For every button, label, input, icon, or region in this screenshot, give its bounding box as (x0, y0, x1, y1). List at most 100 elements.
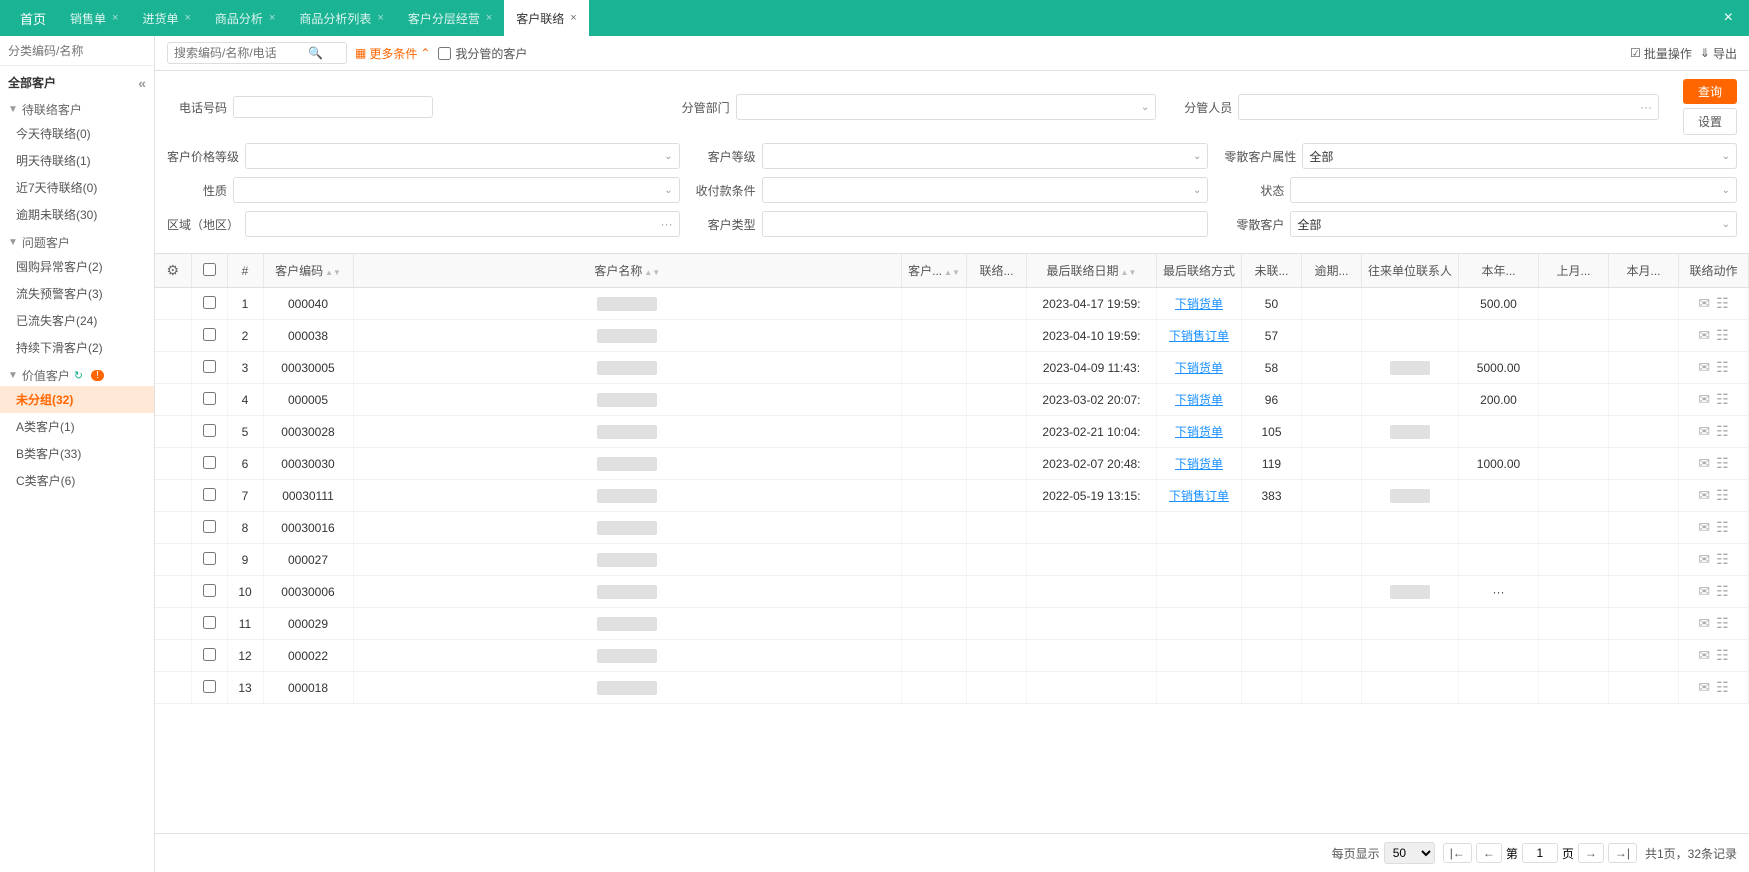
contact-action-icon[interactable]: ✉ (1698, 583, 1710, 600)
more-action-icon[interactable]: ☷ (1716, 295, 1729, 312)
staff-more-dots[interactable]: ··· (1640, 100, 1652, 114)
export-link[interactable]: ⇓ 导出 (1700, 45, 1737, 62)
row-checkbox[interactable] (203, 424, 216, 437)
sidebar-search-input[interactable] (8, 44, 155, 58)
last-way-link[interactable]: 下销售订单 (1169, 329, 1229, 343)
check-cell[interactable] (191, 288, 227, 320)
sidebar-collapse-icon[interactable]: « (138, 75, 146, 91)
filter-more-conditions[interactable]: ▦ 更多条件 ⌃ (355, 45, 430, 62)
last-way-link[interactable]: 下销货单 (1175, 297, 1223, 311)
sidebar-item-churned[interactable]: 已流失客户(24) (0, 307, 154, 334)
row-checkbox[interactable] (203, 680, 216, 693)
nav-tab-sales[interactable]: 销售单 × (58, 0, 130, 36)
contact-action-icon[interactable]: ✉ (1698, 391, 1710, 408)
filter-search-icon[interactable]: 🔍 (308, 46, 323, 60)
region-more-dots[interactable]: ··· (661, 217, 673, 231)
dept-select[interactable]: ⌄ (736, 94, 1157, 120)
check-cell[interactable] (191, 448, 227, 480)
last-way-link[interactable]: 下销货单 (1175, 393, 1223, 407)
col-contact-header[interactable]: 联络... (966, 254, 1026, 288)
contact-action-icon[interactable]: ✉ (1698, 679, 1710, 696)
settings-gear-icon[interactable]: ⚙ (166, 262, 179, 278)
sidebar-item-b-class[interactable]: B类客户(33) (0, 440, 154, 467)
col-uncontact-header[interactable]: 未联... (1241, 254, 1301, 288)
more-action-icon[interactable]: ☷ (1716, 583, 1729, 600)
my-customers-check[interactable] (438, 47, 451, 60)
check-cell[interactable] (191, 416, 227, 448)
check-cell[interactable] (191, 384, 227, 416)
batch-op-link[interactable]: ☑ 批量操作 (1630, 45, 1692, 62)
col-code-header[interactable]: 客户编码▲▼ (263, 254, 353, 288)
close-purchase-tab[interactable]: × (184, 12, 190, 24)
property-select[interactable]: ⌄ (233, 177, 680, 203)
search-button[interactable]: 查询 (1683, 79, 1737, 104)
sidebar-item-tomorrow-pending[interactable]: 明天待联络(1) (0, 147, 154, 174)
col-name-header[interactable]: 客户名称▲▼ (353, 254, 902, 288)
row-checkbox[interactable] (203, 616, 216, 629)
contact-action-icon[interactable]: ✉ (1698, 295, 1710, 312)
customer-level-select[interactable]: ⌄ (762, 143, 1209, 169)
col-settings[interactable]: ⚙ (155, 254, 191, 288)
nav-tab-customer-tier[interactable]: 客户分层经营 × (396, 0, 504, 36)
row-checkbox[interactable] (203, 392, 216, 405)
sidebar-item-hoard-abnormal[interactable]: 囤购异常客户(2) (0, 253, 154, 280)
check-cell[interactable] (191, 576, 227, 608)
last-way-link[interactable]: 下销售订单 (1169, 489, 1229, 503)
sidebar-item-unclassified[interactable]: 未分组(32) (0, 386, 154, 413)
nav-tab-product-analysis[interactable]: 商品分析 × (203, 0, 287, 36)
contact-action-icon[interactable]: ✉ (1698, 551, 1710, 568)
check-cell[interactable] (191, 480, 227, 512)
col-type-header[interactable]: 客户...▲▼ (902, 254, 967, 288)
row-checkbox[interactable] (203, 456, 216, 469)
more-action-icon[interactable]: ☷ (1716, 391, 1729, 408)
page-size-dropdown[interactable]: 50 100 200 (1384, 842, 1435, 864)
close-product-list-tab[interactable]: × (377, 12, 383, 24)
close-all-tabs[interactable]: × (1716, 9, 1741, 27)
close-product-analysis-tab[interactable]: × (269, 12, 275, 24)
more-action-icon[interactable]: ☷ (1716, 455, 1729, 472)
sidebar-item-today-pending[interactable]: 今天待联络(0) (0, 120, 154, 147)
sidebar-item-churn-warning[interactable]: 流失预警客户(3) (0, 280, 154, 307)
filter-search-input[interactable] (174, 46, 304, 60)
more-action-icon[interactable]: ☷ (1716, 647, 1729, 664)
col-overdue-header[interactable]: 逾期... (1301, 254, 1361, 288)
more-action-icon[interactable]: ☷ (1716, 487, 1729, 504)
sidebar-item-declining[interactable]: 持续下滑客户(2) (0, 334, 154, 361)
contact-action-icon[interactable]: ✉ (1698, 455, 1710, 472)
select-all-checkbox[interactable] (203, 263, 216, 276)
more-action-icon[interactable]: ☷ (1716, 423, 1729, 440)
col-last-month-header[interactable]: 上月... (1539, 254, 1609, 288)
more-action-icon[interactable]: ☷ (1716, 551, 1729, 568)
sidebar-item-7days-pending[interactable]: 近7天待联络(0) (0, 174, 154, 201)
check-cell[interactable] (191, 608, 227, 640)
first-page-btn[interactable]: |← (1443, 843, 1472, 863)
more-action-icon[interactable]: ☷ (1716, 679, 1729, 696)
nav-tab-customer-contact[interactable]: 客户联络 × (504, 0, 588, 36)
more-action-icon[interactable]: ☷ (1716, 327, 1729, 344)
retail-customer-select[interactable]: 全部 ⌄ (1290, 211, 1737, 237)
col-this-year-header[interactable]: 本年... (1459, 254, 1539, 288)
row-checkbox[interactable] (203, 648, 216, 661)
sidebar-item-c-class[interactable]: C类客户(6) (0, 467, 154, 494)
row-checkbox[interactable] (203, 520, 216, 533)
contact-action-icon[interactable]: ✉ (1698, 359, 1710, 376)
col-intercompany-header[interactable]: 往来单位联系人 (1361, 254, 1458, 288)
nav-tab-product-list[interactable]: 商品分析列表 × (287, 0, 395, 36)
row-checkbox[interactable] (203, 552, 216, 565)
row-checkbox[interactable] (203, 488, 216, 501)
col-last-date-header[interactable]: 最后联络日期▲▼ (1026, 254, 1156, 288)
customer-type-select[interactable] (762, 211, 1209, 237)
close-customer-contact-tab[interactable]: × (570, 12, 576, 24)
close-sales-tab[interactable]: × (112, 12, 118, 24)
col-this-month-header[interactable]: 本月... (1609, 254, 1679, 288)
my-customers-checkbox[interactable]: 我分管的客户 (438, 45, 527, 62)
last-way-link[interactable]: 下销货单 (1175, 457, 1223, 471)
page-input[interactable] (1522, 843, 1558, 863)
check-cell[interactable] (191, 544, 227, 576)
col-check-header[interactable] (191, 254, 227, 288)
status-select[interactable]: ⌄ (1290, 177, 1737, 203)
more-action-icon[interactable]: ☷ (1716, 615, 1729, 632)
last-way-link[interactable]: 下销货单 (1175, 425, 1223, 439)
check-cell[interactable] (191, 320, 227, 352)
sidebar-item-a-class[interactable]: A类客户(1) (0, 413, 154, 440)
